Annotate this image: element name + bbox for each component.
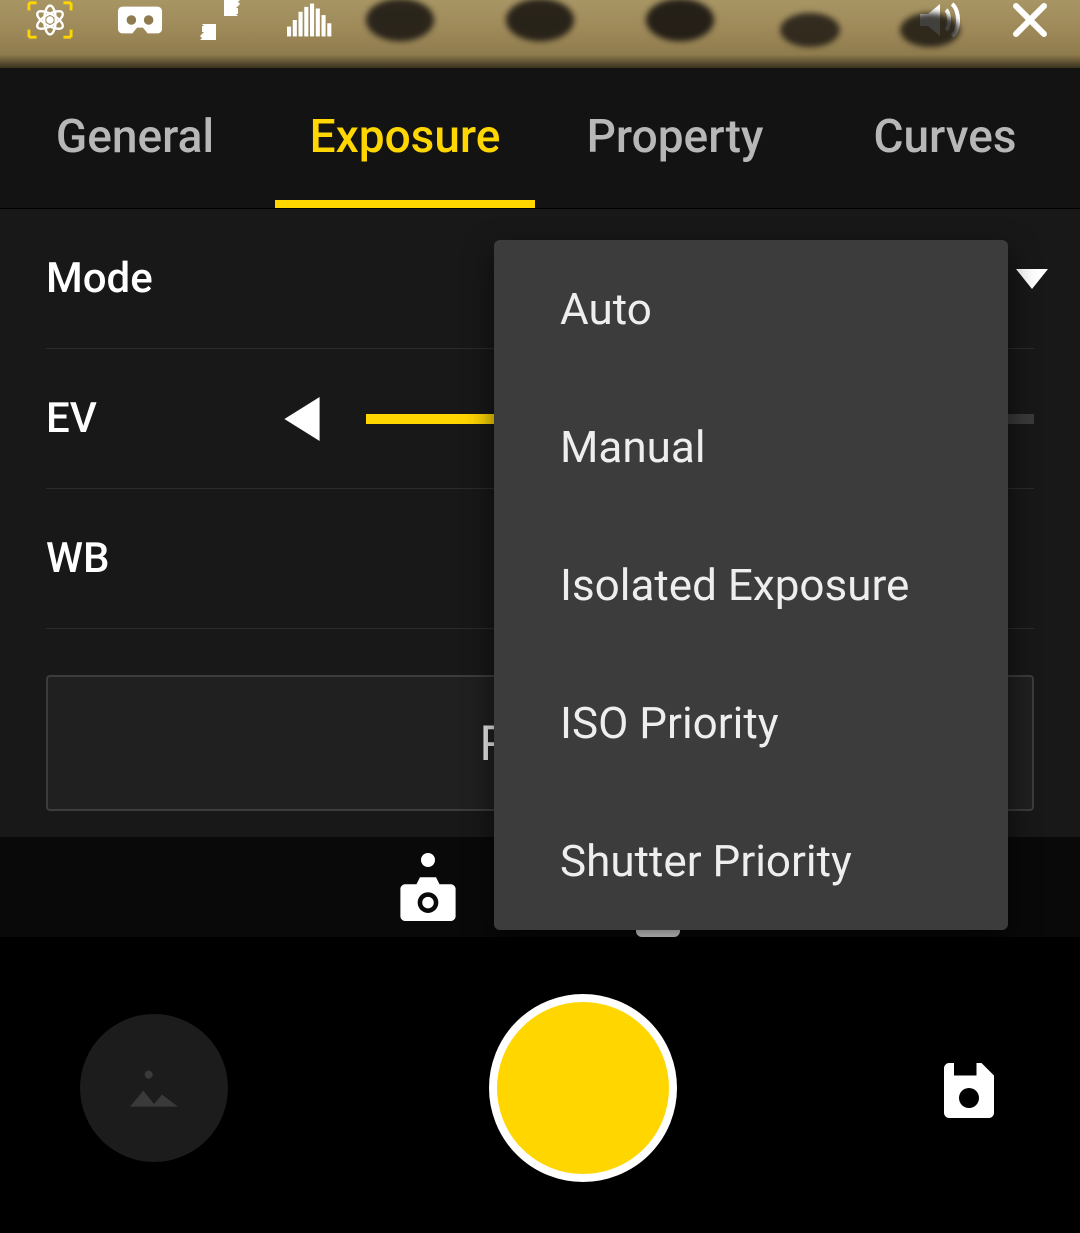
camera-preview-strip [0, 0, 1080, 68]
wb-label: WB [46, 534, 246, 583]
shutter-button[interactable] [489, 994, 677, 1182]
close-icon[interactable] [980, 0, 1080, 40]
mode-option-auto[interactable]: Auto [494, 240, 1008, 378]
mode-dropdown-popup: Auto Manual Isolated Exposure ISO Priori… [494, 240, 1008, 930]
tab-curves[interactable]: Curves [810, 110, 1080, 208]
settings-tabs: General Exposure Property Curves [0, 68, 1080, 209]
mode-option-iso-priority[interactable]: ISO Priority [494, 654, 1008, 792]
mode-option-isolated-exposure[interactable]: Isolated Exposure [494, 516, 1008, 654]
photo-mode-button[interactable] [400, 853, 456, 921]
active-mode-dot [421, 853, 435, 867]
camera-icon [400, 875, 456, 921]
gallery-button[interactable] [80, 1014, 228, 1162]
mode-option-shutter-priority[interactable]: Shutter Priority [494, 792, 1008, 930]
save-button[interactable] [938, 1057, 1000, 1119]
mode-option-manual[interactable]: Manual [494, 378, 1008, 516]
ev-decrease-button[interactable] [270, 387, 334, 451]
tab-property[interactable]: Property [540, 110, 810, 208]
dropdown-caret-icon [1016, 269, 1048, 289]
ev-label: EV [46, 394, 246, 443]
bottom-controls [0, 943, 1080, 1233]
image-placeholder-icon [122, 1061, 186, 1115]
atom-overlay-icon[interactable] [0, 0, 100, 40]
top-toolbar [0, 0, 1080, 68]
mode-label: Mode [46, 254, 246, 303]
sound-on-icon[interactable] [900, 0, 980, 40]
tab-exposure[interactable]: Exposure [270, 110, 540, 208]
fullscreen-collapse-icon[interactable] [180, 0, 260, 40]
save-icon [939, 1058, 999, 1118]
histogram-icon[interactable] [260, 0, 360, 40]
vr-headset-icon[interactable] [100, 0, 180, 40]
tab-general[interactable]: General [0, 110, 270, 208]
